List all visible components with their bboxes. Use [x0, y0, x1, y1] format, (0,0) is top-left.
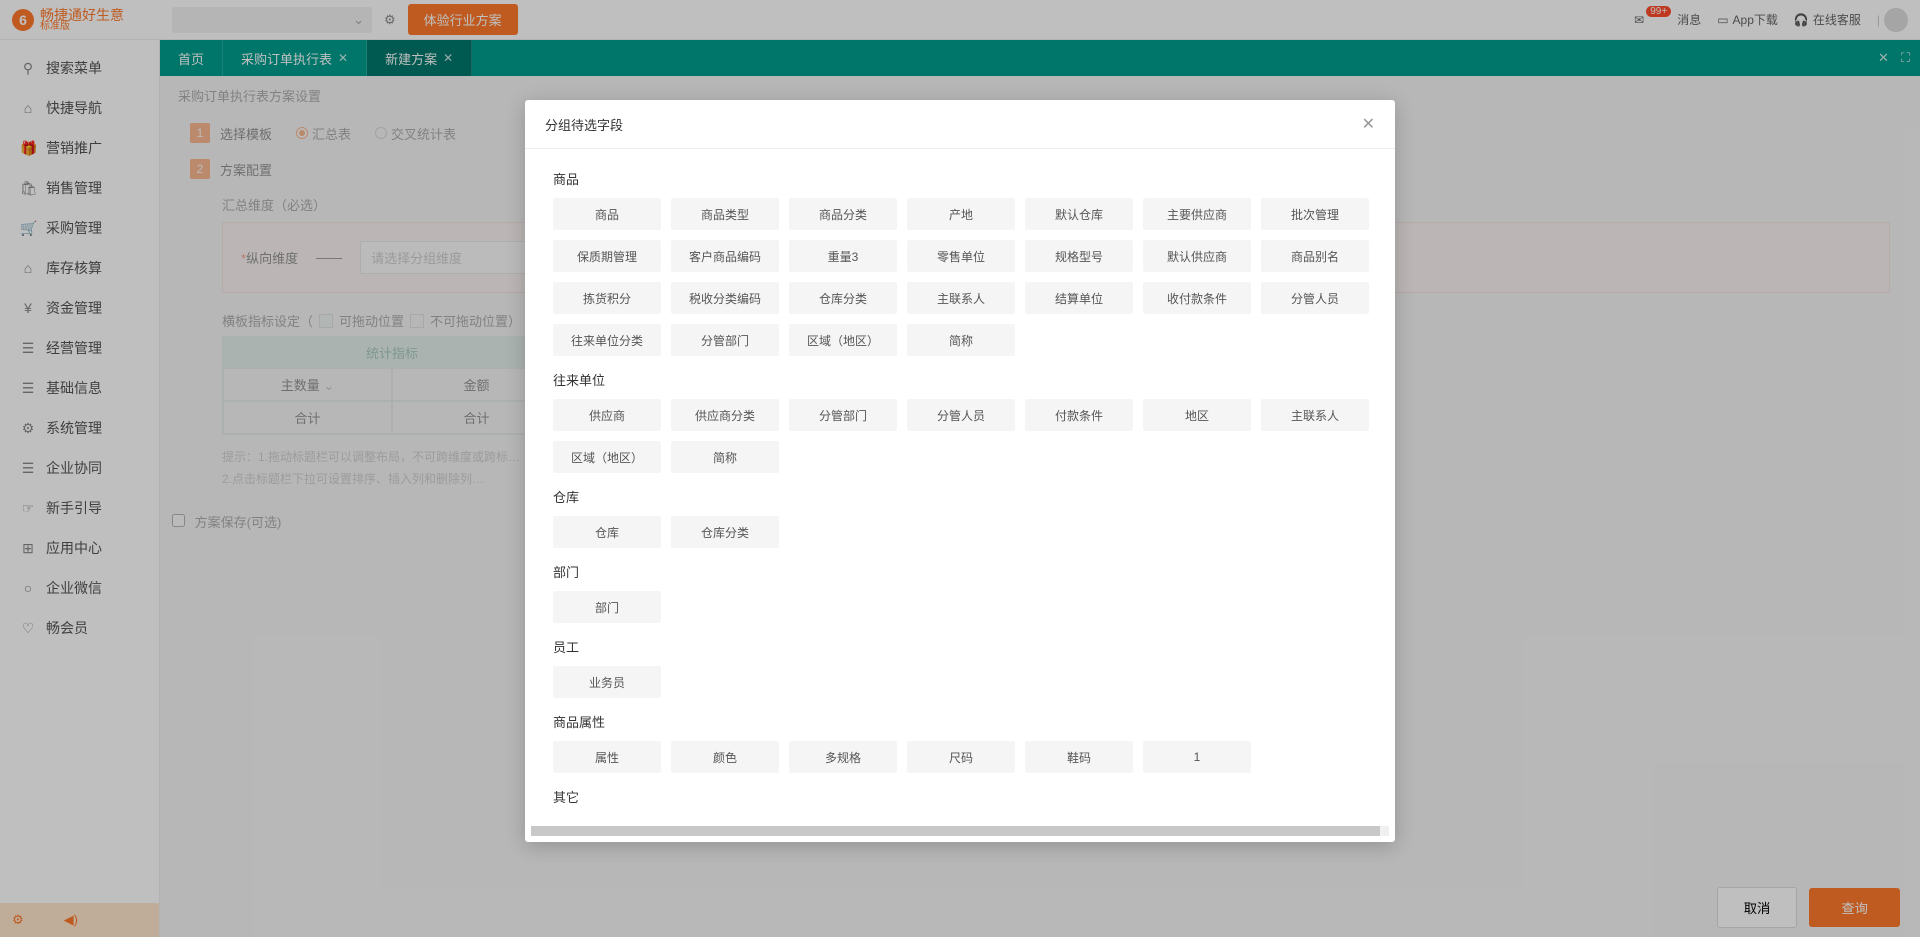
- group-title-5: 商品属性: [553, 712, 1375, 731]
- chip-0-19[interactable]: 收付款条件: [1143, 282, 1251, 314]
- chip-1-4[interactable]: 付款条件: [1025, 399, 1133, 431]
- group-title-1: 往来单位: [553, 370, 1375, 389]
- chip-0-8[interactable]: 客户商品编码: [671, 240, 779, 272]
- modal-header: 分组待选字段 ✕: [525, 100, 1395, 149]
- chip-1-7[interactable]: 区域（地区）: [553, 441, 661, 473]
- chip-0-4[interactable]: 默认仓库: [1025, 198, 1133, 230]
- chip-5-2[interactable]: 多规格: [789, 741, 897, 773]
- close-icon[interactable]: ✕: [1362, 114, 1375, 134]
- chip-1-3[interactable]: 分管人员: [907, 399, 1015, 431]
- chip-0-21[interactable]: 往来单位分类: [553, 324, 661, 356]
- chip-0-18[interactable]: 结算单位: [1025, 282, 1133, 314]
- group-title-4: 员工: [553, 637, 1375, 656]
- chip-0-10[interactable]: 零售单位: [907, 240, 1015, 272]
- chip-0-7[interactable]: 保质期管理: [553, 240, 661, 272]
- chip-0-2[interactable]: 商品分类: [789, 198, 897, 230]
- chip-1-0[interactable]: 供应商: [553, 399, 661, 431]
- chip-group-0: 商品商品类型商品分类产地默认仓库主要供应商批次管理保质期管理客户商品编码重量3 零…: [553, 198, 1375, 356]
- chip-0-11[interactable]: 规格型号: [1025, 240, 1133, 272]
- chip-0-15[interactable]: 税收分类编码: [671, 282, 779, 314]
- chip-5-3[interactable]: 尺码: [907, 741, 1015, 773]
- group-title-0: 商品: [553, 169, 1375, 188]
- chip-0-14[interactable]: 拣货积分: [553, 282, 661, 314]
- chip-0-0[interactable]: 商品: [553, 198, 661, 230]
- chip-1-5[interactable]: 地区: [1143, 399, 1251, 431]
- chip-0-1[interactable]: 商品类型: [671, 198, 779, 230]
- chip-5-1[interactable]: 颜色: [671, 741, 779, 773]
- chip-group-5: 属性颜色多规格尺码鞋码 1: [553, 741, 1375, 773]
- group-title-3: 部门: [553, 562, 1375, 581]
- field-selector-modal: 分组待选字段 ✕ 商品商品商品类型商品分类产地默认仓库主要供应商批次管理保质期管…: [525, 100, 1395, 842]
- chip-0-17[interactable]: 主联系人: [907, 282, 1015, 314]
- chip-0-23[interactable]: 区域（地区）: [789, 324, 897, 356]
- group-title-2: 仓库: [553, 487, 1375, 506]
- chip-0-22[interactable]: 分管部门: [671, 324, 779, 356]
- chip-0-9[interactable]: 重量3: [789, 240, 897, 272]
- chip-group-4: 业务员: [553, 666, 1375, 698]
- chip-0-6[interactable]: 批次管理: [1261, 198, 1369, 230]
- chip-0-12[interactable]: 默认供应商: [1143, 240, 1251, 272]
- chip-0-24[interactable]: 简称: [907, 324, 1015, 356]
- chip-0-5[interactable]: 主要供应商: [1143, 198, 1251, 230]
- chip-0-3[interactable]: 产地: [907, 198, 1015, 230]
- chip-1-2[interactable]: 分管部门: [789, 399, 897, 431]
- chip-group-2: 仓库仓库分类: [553, 516, 1375, 548]
- chip-2-1[interactable]: 仓库分类: [671, 516, 779, 548]
- chip-0-16[interactable]: 仓库分类: [789, 282, 897, 314]
- group-title-6: 其它: [553, 787, 1375, 806]
- chip-2-0[interactable]: 仓库: [553, 516, 661, 548]
- chip-group-1: 供应商供应商分类分管部门分管人员付款条件地区主联系人区域（地区） 简称: [553, 399, 1375, 473]
- chip-3-0[interactable]: 部门: [553, 591, 661, 623]
- chip-1-1[interactable]: 供应商分类: [671, 399, 779, 431]
- chip-5-0[interactable]: 属性: [553, 741, 661, 773]
- chip-1-6[interactable]: 主联系人: [1261, 399, 1369, 431]
- chip-0-13[interactable]: 商品别名: [1261, 240, 1369, 272]
- modal-h-scrollbar[interactable]: [531, 826, 1389, 836]
- chip-4-0[interactable]: 业务员: [553, 666, 661, 698]
- chip-5-4[interactable]: 鞋码: [1025, 741, 1133, 773]
- chip-group-3: 部门: [553, 591, 1375, 623]
- modal-body: 商品商品商品类型商品分类产地默认仓库主要供应商批次管理保质期管理客户商品编码重量…: [525, 149, 1395, 826]
- chip-5-5[interactable]: 1: [1143, 741, 1251, 773]
- modal-title: 分组待选字段: [545, 115, 623, 134]
- chip-1-8[interactable]: 简称: [671, 441, 779, 473]
- chip-0-20[interactable]: 分管人员: [1261, 282, 1369, 314]
